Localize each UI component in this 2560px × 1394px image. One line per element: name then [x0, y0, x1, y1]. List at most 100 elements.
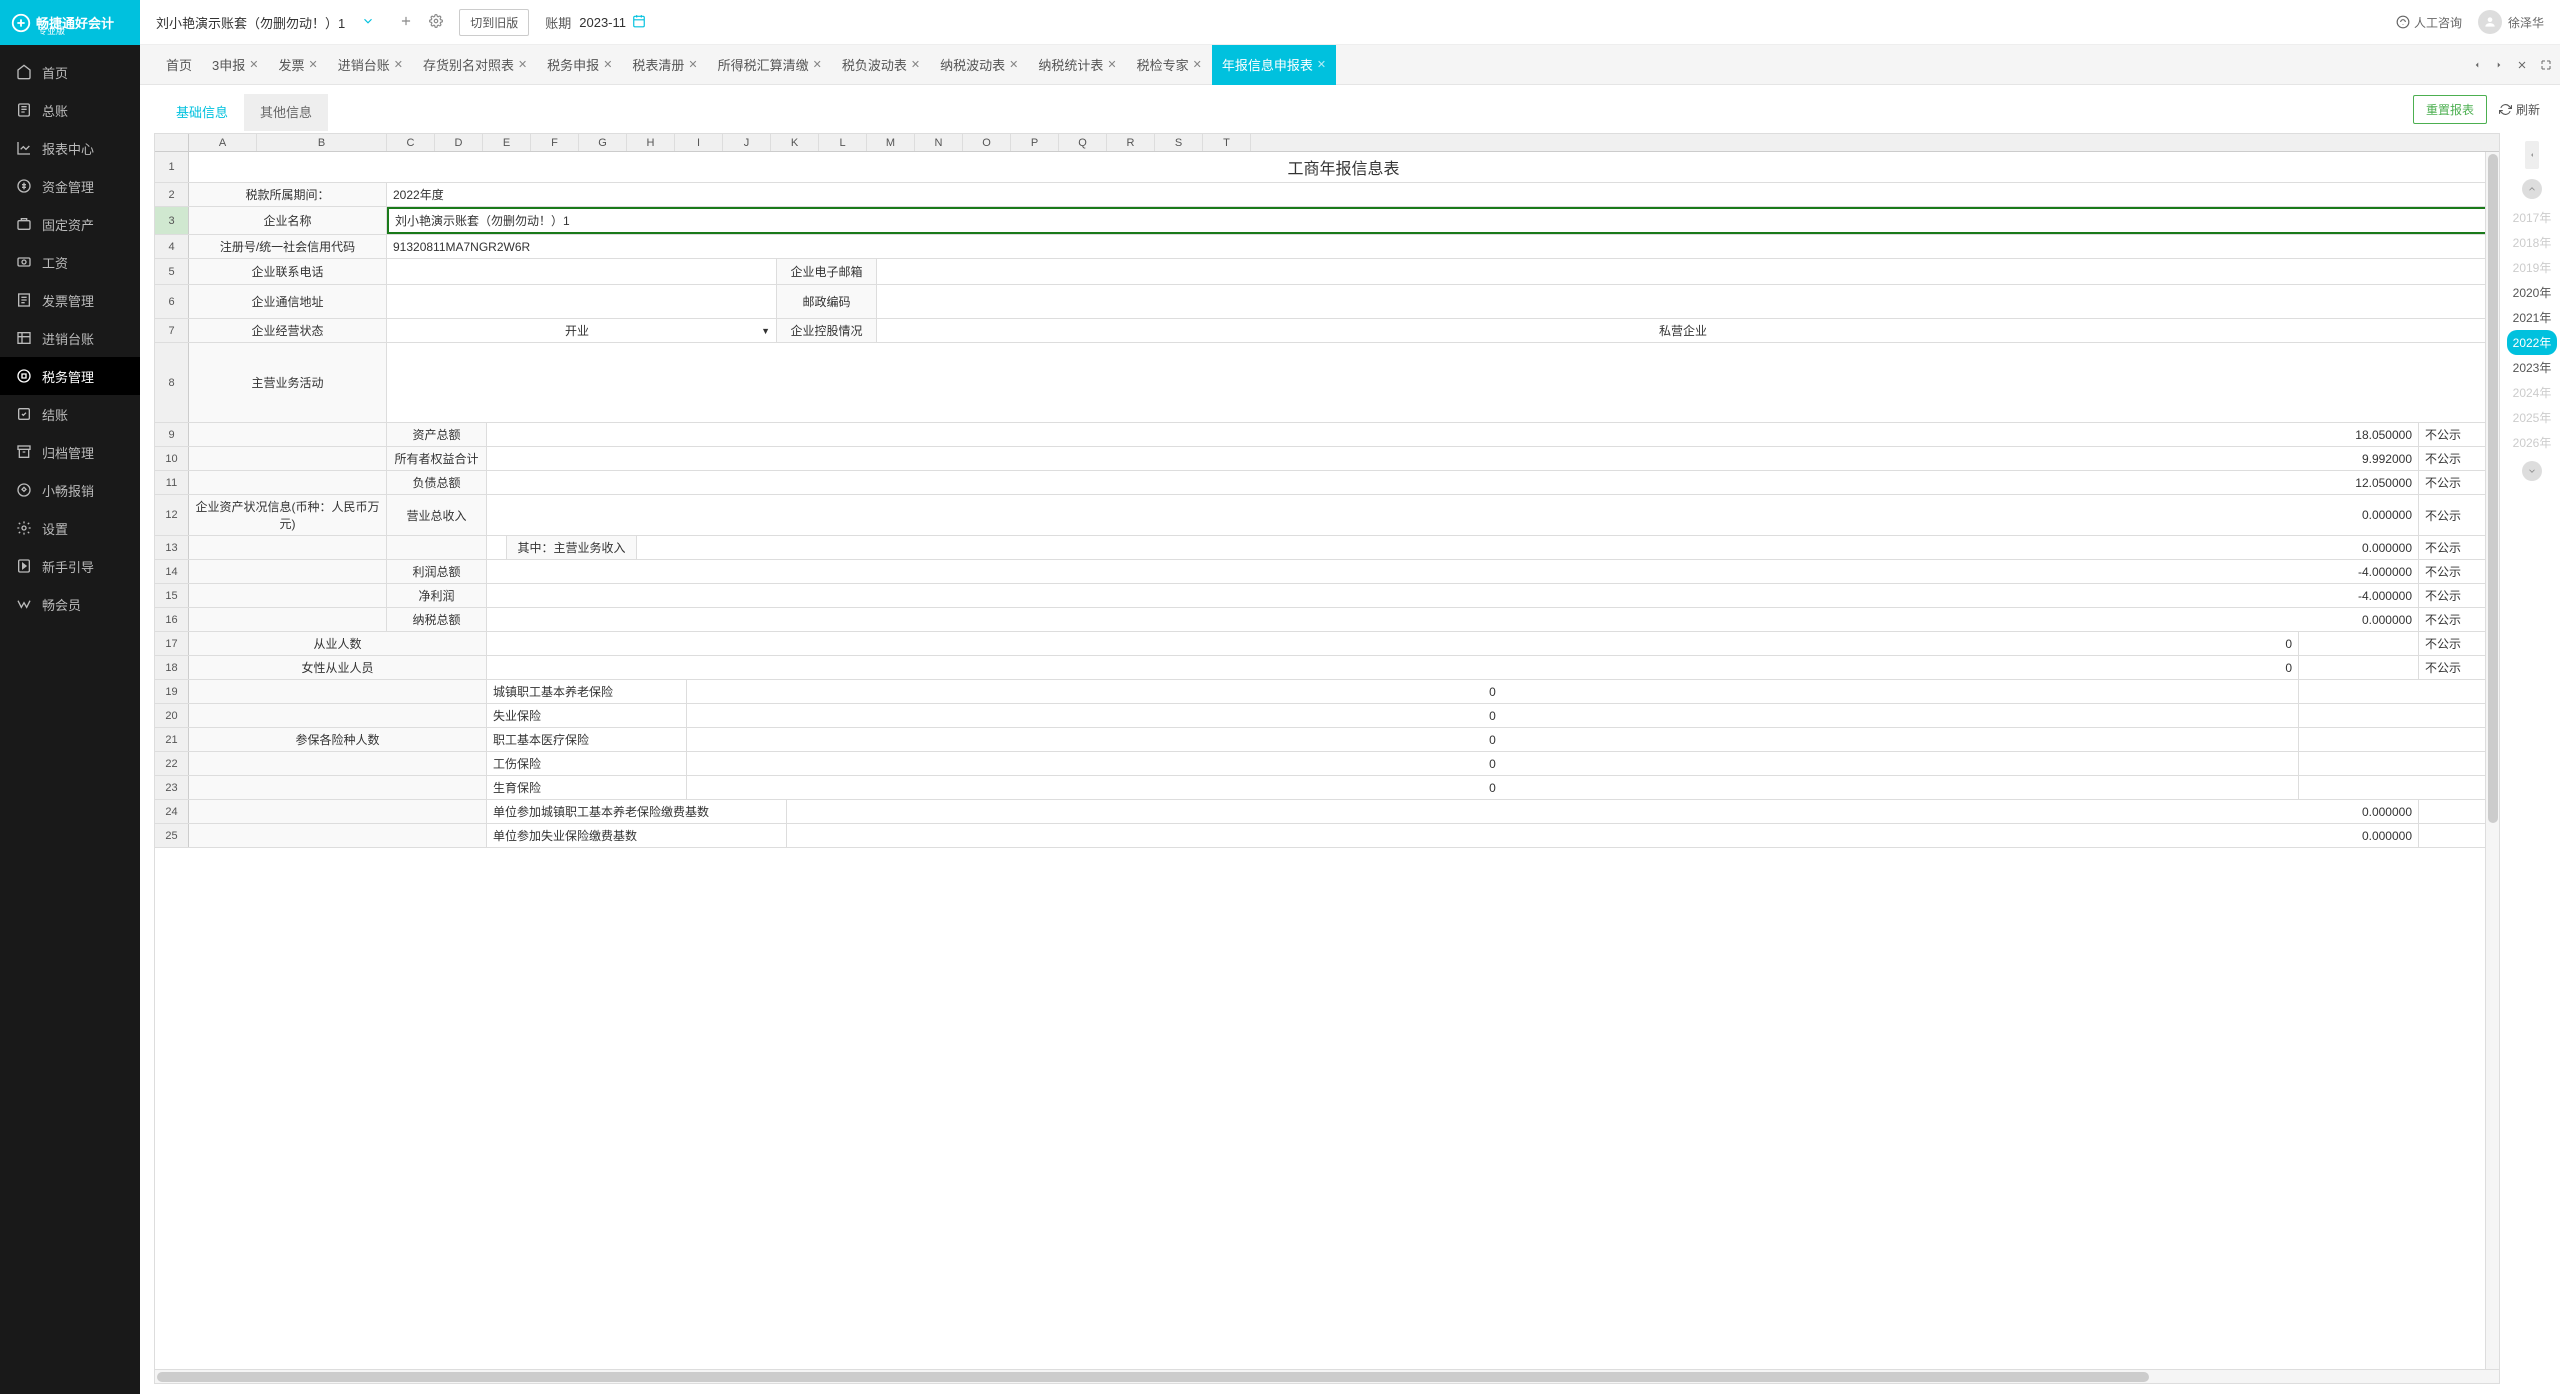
collapse-rail-icon[interactable]: [2525, 141, 2539, 169]
column-header[interactable]: D: [435, 134, 483, 151]
row-header[interactable]: 18: [155, 656, 189, 679]
row-header[interactable]: 1: [155, 152, 189, 182]
row-header[interactable]: 15: [155, 584, 189, 607]
row-header[interactable]: 12: [155, 495, 189, 535]
calendar-icon[interactable]: [632, 14, 646, 31]
gear-icon[interactable]: [429, 14, 443, 31]
year-item[interactable]: 2019年: [2507, 255, 2558, 280]
row-header[interactable]: 13: [155, 536, 189, 559]
account-selector[interactable]: 刘小艳演示账套（勿删勿动！）1: [156, 13, 345, 32]
row-header[interactable]: 16: [155, 608, 189, 631]
main-biz-value-cell[interactable]: [387, 343, 2499, 422]
column-header[interactable]: G: [579, 134, 627, 151]
close-icon[interactable]: ✕: [1317, 58, 1326, 71]
nav-item-home[interactable]: 首页: [0, 53, 140, 91]
nav-item-invoice[interactable]: 发票管理: [0, 281, 140, 319]
column-header[interactable]: M: [867, 134, 915, 151]
nav-item-tax[interactable]: 税务管理: [0, 357, 140, 395]
column-header[interactable]: S: [1155, 134, 1203, 151]
nav-item-close-books[interactable]: 结账: [0, 395, 140, 433]
column-header[interactable]: C: [387, 134, 435, 151]
sub-tab-other[interactable]: 其他信息: [244, 94, 328, 131]
column-header[interactable]: I: [675, 134, 723, 151]
row-header[interactable]: 23: [155, 776, 189, 799]
spreadsheet[interactable]: ABCDEFGHIJKLMNOPQRST 1工商年报信息表2税款所属期间：202…: [154, 133, 2500, 1384]
close-icon[interactable]: ✕: [603, 58, 612, 71]
consult-link[interactable]: 人工咨询: [2396, 14, 2462, 31]
column-header[interactable]: T: [1203, 134, 1251, 151]
tab[interactable]: 进销台账✕: [328, 45, 413, 85]
column-header[interactable]: Q: [1059, 134, 1107, 151]
nav-item-funds[interactable]: 资金管理: [0, 167, 140, 205]
tab[interactable]: 纳税统计表✕: [1028, 45, 1126, 85]
row-header[interactable]: 21: [155, 728, 189, 751]
row-header[interactable]: 19: [155, 680, 189, 703]
postcode-value-cell[interactable]: [877, 285, 2499, 318]
tab-close-all-icon[interactable]: [2516, 59, 2528, 71]
nav-item-asset[interactable]: 固定资产: [0, 205, 140, 243]
column-header[interactable]: R: [1107, 134, 1155, 151]
row-header[interactable]: 25: [155, 824, 189, 847]
row-header[interactable]: 5: [155, 259, 189, 284]
close-icon[interactable]: ✕: [518, 58, 527, 71]
tab[interactable]: 税检专家✕: [1127, 45, 1212, 85]
row-header[interactable]: 11: [155, 471, 189, 494]
email-value-cell[interactable]: [877, 259, 2499, 284]
row-header[interactable]: 2: [155, 183, 189, 206]
nav-item-guide[interactable]: 新手引导: [0, 547, 140, 585]
row-header[interactable]: 14: [155, 560, 189, 583]
tab[interactable]: 税务申报✕: [537, 45, 622, 85]
close-icon[interactable]: ✕: [394, 58, 403, 71]
year-item[interactable]: 2020年: [2507, 280, 2558, 305]
nav-item-archive[interactable]: 归档管理: [0, 433, 140, 471]
holding-value-cell[interactable]: 私营企业▼: [877, 319, 2499, 342]
tab[interactable]: 纳税波动表✕: [930, 45, 1028, 85]
close-icon[interactable]: ✕: [1193, 58, 1202, 71]
column-header[interactable]: B: [257, 134, 387, 151]
company-value-cell[interactable]: 刘小艳演示账套（勿删勿动！）1: [387, 207, 2499, 234]
dropdown-arrow-icon[interactable]: ▼: [761, 326, 770, 336]
addr-value-cell[interactable]: [387, 285, 777, 318]
row-header[interactable]: 24: [155, 800, 189, 823]
row-header[interactable]: 10: [155, 447, 189, 470]
column-header[interactable]: J: [723, 134, 771, 151]
reset-report-button[interactable]: 重置报表: [2413, 95, 2487, 124]
close-icon[interactable]: ✕: [1009, 58, 1018, 71]
year-item[interactable]: 2018年: [2507, 230, 2558, 255]
column-header[interactable]: H: [627, 134, 675, 151]
row-header[interactable]: 6: [155, 285, 189, 318]
year-item[interactable]: 2021年: [2507, 305, 2558, 330]
tab-next-icon[interactable]: [2494, 60, 2504, 70]
phone-value-cell[interactable]: [387, 259, 777, 284]
year-item[interactable]: 2023年: [2507, 355, 2558, 380]
column-header[interactable]: E: [483, 134, 531, 151]
year-item[interactable]: 2024年: [2507, 380, 2558, 405]
tab[interactable]: 存货别名对照表✕: [413, 45, 537, 85]
column-header[interactable]: F: [531, 134, 579, 151]
column-header[interactable]: O: [963, 134, 1011, 151]
nav-item-vip[interactable]: 畅会员: [0, 585, 140, 623]
row-header[interactable]: 9: [155, 423, 189, 446]
row-header[interactable]: 7: [155, 319, 189, 342]
year-item[interactable]: 2022年: [2507, 330, 2558, 355]
close-icon[interactable]: ✕: [688, 58, 697, 71]
nav-item-settings[interactable]: 设置: [0, 509, 140, 547]
close-icon[interactable]: ✕: [1107, 58, 1116, 71]
tab-prev-icon[interactable]: [2472, 60, 2482, 70]
nav-item-ledger[interactable]: 总账: [0, 91, 140, 129]
column-header[interactable]: L: [819, 134, 867, 151]
nav-item-expense[interactable]: 小畅报销: [0, 471, 140, 509]
row-header[interactable]: 22: [155, 752, 189, 775]
nav-item-salary[interactable]: 工资: [0, 243, 140, 281]
row-header[interactable]: 3: [155, 207, 189, 234]
column-header[interactable]: P: [1011, 134, 1059, 151]
horizontal-scrollbar[interactable]: [155, 1369, 2499, 1383]
year-up-icon[interactable]: [2522, 179, 2542, 199]
switch-old-version-button[interactable]: 切到旧版: [459, 9, 529, 36]
sub-tab-basic[interactable]: 基础信息: [160, 94, 244, 131]
column-header[interactable]: N: [915, 134, 963, 151]
year-item[interactable]: 2026年: [2507, 430, 2558, 455]
tab[interactable]: 所得税汇算清缴✕: [708, 45, 832, 85]
column-header[interactable]: A: [189, 134, 257, 151]
row-header[interactable]: 20: [155, 704, 189, 727]
